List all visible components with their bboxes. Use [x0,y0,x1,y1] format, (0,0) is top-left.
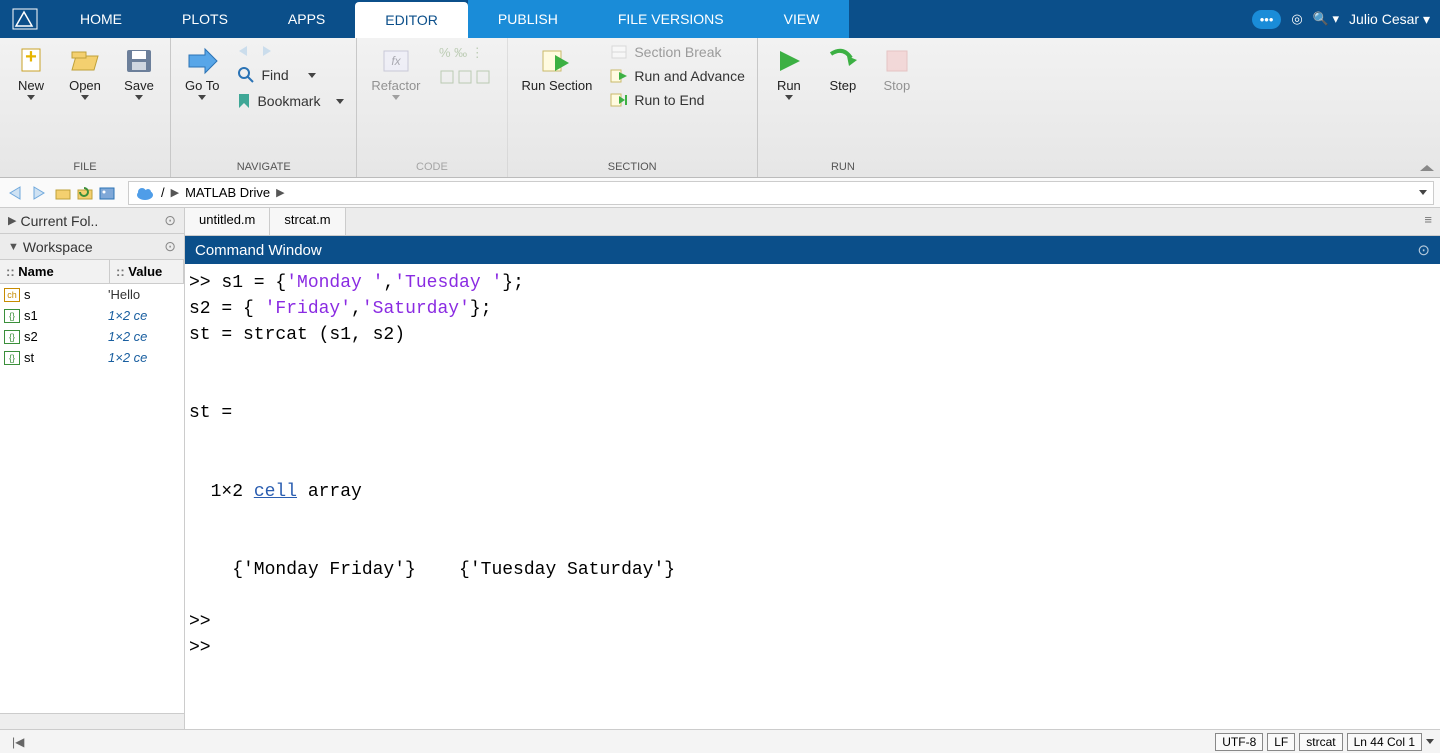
col-value[interactable]: :: Value [110,260,184,283]
find-button[interactable]: Find [235,64,346,86]
workspace-table: :: Name :: Value chs 'Hello {}s1 1×2 ce … [0,260,184,713]
group-label-navigate: NAVIGATE [181,161,346,175]
path-dropdown-icon[interactable] [1419,190,1427,195]
cloud-icon [135,185,155,201]
workspace-header[interactable]: ▼ Workspace ⊙ [0,234,184,260]
group-section: Run Section Section Break Run and Advanc… [508,38,758,177]
tab-editor[interactable]: EDITOR [355,2,468,38]
top-menu-bar: HOME PLOTS APPS EDITOR PUBLISH FILE VERS… [0,0,1440,38]
cmd-options-icon[interactable]: ⊙ [1417,241,1430,259]
folder-refresh-icon[interactable] [76,185,94,201]
toolstrip: + New Open Save FILE Go To [0,38,1440,178]
nav-fwd-icon[interactable] [30,185,50,201]
cell-link[interactable]: cell [254,482,297,502]
main-split: ▶ Current Fol.. ⊙ ▼ Workspace ⊙ :: Name … [0,208,1440,729]
code-misc1[interactable]: % ‰ ⋮ [437,42,497,64]
section-break-button[interactable]: Section Break [608,42,747,62]
image-icon[interactable] [98,185,116,201]
goto-button[interactable]: Go To [181,42,223,104]
code-misc2[interactable] [437,66,497,88]
group-file: + New Open Save FILE [0,38,171,177]
chevron-right-icon: ▶ [171,186,179,199]
cell-icon: {} [4,351,20,365]
status-eol[interactable]: LF [1267,733,1295,751]
more-icon[interactable]: ••• [1252,10,1282,29]
path-root: / [161,185,165,200]
tab-file-versions[interactable]: FILE VERSIONS [588,0,754,38]
tab-untitled[interactable]: untitled.m [185,208,270,235]
table-row[interactable]: chs 'Hello [0,284,184,305]
goto-start-icon[interactable]: |◀ [12,735,24,749]
status-menu-icon[interactable] [1426,739,1434,744]
svg-text:+: + [25,47,37,68]
table-row[interactable]: {}s1 1×2 ce [0,305,184,326]
run-to-end-button[interactable]: Run to End [608,90,747,110]
left-panel: ▶ Current Fol.. ⊙ ▼ Workspace ⊙ :: Name … [0,208,185,729]
group-label-code: CODE [367,161,496,175]
search-icon[interactable]: 🔍 ▾ [1313,11,1339,27]
bookmark-button[interactable]: Bookmark [235,90,346,112]
step-button[interactable]: Step [822,42,864,97]
status-position[interactable]: Ln 44 Col 1 [1347,733,1422,751]
open-button[interactable]: Open [64,42,106,104]
status-function[interactable]: strcat [1299,733,1342,751]
char-icon: ch [4,288,20,302]
run-and-advance-button[interactable]: Run and Advance [608,66,747,86]
refactor-button[interactable]: fx Refactor [367,42,424,104]
command-window[interactable]: >> s1 = {'Monday ','Tuesday '}; s2 = { '… [185,264,1440,729]
status-bar: |◀ UTF-8 LF strcat Ln 44 Col 1 [0,729,1440,753]
file-tabs: untitled.m strcat.m ≡ [185,208,1440,236]
svg-text:% ‰ ⋮: % ‰ ⋮ [439,45,484,60]
svg-text:fx: fx [391,54,401,68]
path-drive[interactable]: MATLAB Drive [185,185,270,200]
topbar-right: ••• ◎ 🔍 ▾ Julio Cesar ▾ [1242,0,1440,38]
group-label-file: FILE [10,161,160,175]
editor-panel: untitled.m strcat.m ≡ Command Window ⊙ >… [185,208,1440,729]
matlab-icon [12,8,38,30]
tab-publish[interactable]: PUBLISH [468,0,588,38]
new-button[interactable]: + New [10,42,52,104]
save-button[interactable]: Save [118,42,160,104]
table-row[interactable]: {}s2 1×2 ce [0,326,184,347]
nav-back-forward[interactable] [235,42,346,60]
tab-home[interactable]: HOME [50,0,152,38]
tab-plots[interactable]: PLOTS [152,0,258,38]
group-label-section: SECTION [518,161,747,175]
user-menu[interactable]: Julio Cesar ▾ [1349,11,1430,28]
group-code: fx Refactor % ‰ ⋮ CODE [357,38,507,177]
tab-view[interactable]: VIEW [754,0,850,38]
group-label-run: RUN [768,161,918,175]
cell-icon: {} [4,330,20,344]
tab-strcat[interactable]: strcat.m [270,208,345,235]
stop-button[interactable]: Stop [876,42,918,97]
group-run: Run Step Stop RUN [758,38,928,177]
col-name[interactable]: :: Name [0,260,110,283]
command-window-title: Command Window ⊙ [185,236,1440,264]
chevron-right-icon: ▶ [276,186,284,199]
target-icon[interactable]: ◎ [1291,11,1302,27]
left-hscroll[interactable] [0,713,184,729]
current-folder-header[interactable]: ▶ Current Fol.. ⊙ [0,208,184,234]
run-button[interactable]: Run [768,42,810,104]
table-row[interactable]: {}st 1×2 ce [0,347,184,368]
breadcrumb[interactable]: / ▶ MATLAB Drive ▶ [128,181,1434,205]
run-section-button[interactable]: Run Section [518,42,597,97]
nav-back-icon[interactable] [6,185,26,201]
path-bar: / ▶ MATLAB Drive ▶ [0,178,1440,208]
folder-up-icon[interactable] [54,185,72,201]
cell-icon: {} [4,309,20,323]
minimize-toolstrip-icon[interactable] [1414,38,1440,177]
app-logo [0,0,50,38]
group-navigate: Go To Find Bookmark NAVIGATE [171,38,357,177]
tab-apps[interactable]: APPS [258,0,355,38]
status-encoding[interactable]: UTF-8 [1215,733,1263,751]
tabs-menu-icon[interactable]: ≡ [1416,208,1440,235]
